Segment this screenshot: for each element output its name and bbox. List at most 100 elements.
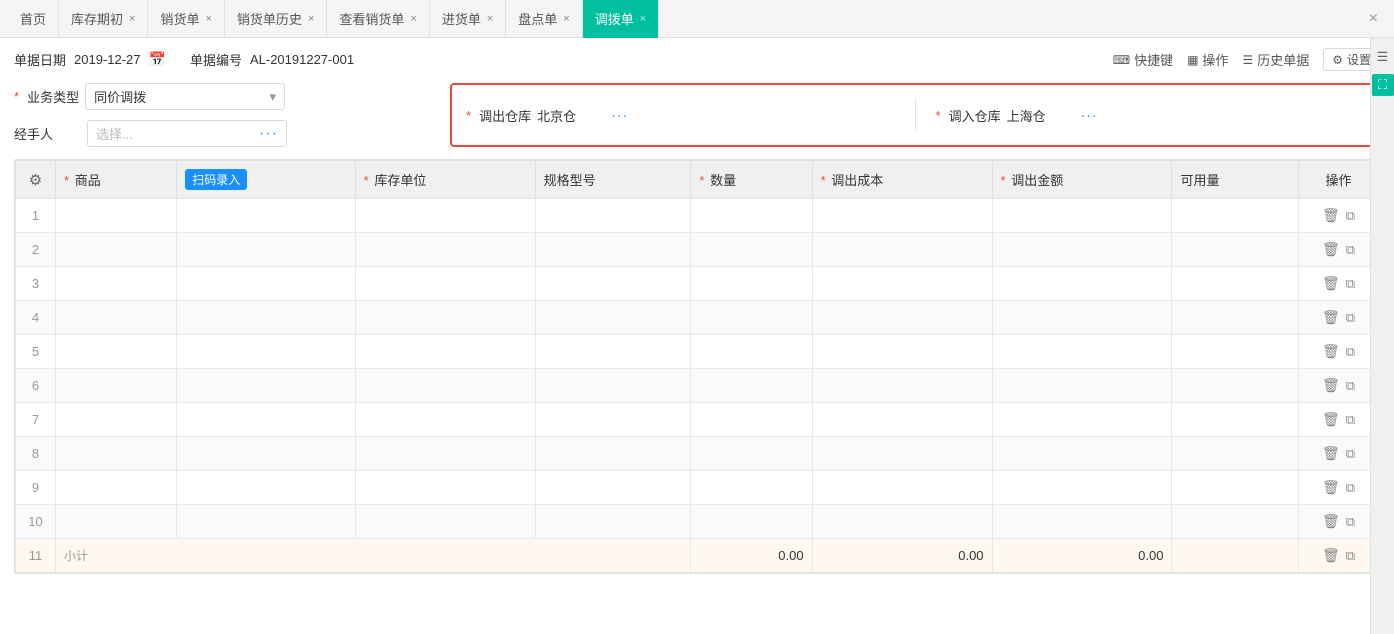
row-cost[interactable] xyxy=(812,505,992,539)
copy-icon[interactable]: ⧉ xyxy=(1346,344,1355,360)
row-quantity[interactable] xyxy=(691,369,812,403)
delete-icon[interactable]: 🗑 xyxy=(1322,309,1340,326)
row-amount[interactable] xyxy=(992,301,1172,335)
handler-select[interactable]: 选择... ··· xyxy=(87,120,287,147)
row-quantity[interactable] xyxy=(691,437,812,471)
copy-icon[interactable]: ⧉ xyxy=(1346,446,1355,462)
tab-inventory-init[interactable]: 库存期初 × xyxy=(59,0,148,38)
transfer-in-more-icon[interactable]: ··· xyxy=(1081,107,1098,123)
row-spec xyxy=(535,335,691,369)
row-product[interactable] xyxy=(56,301,177,335)
scan-button[interactable]: 扫码录入 xyxy=(185,169,247,190)
copy-icon[interactable]: ⧉ xyxy=(1346,242,1355,258)
business-type-row: * 业务类型 同价调拨 ▾ xyxy=(14,83,434,110)
copy-icon[interactable]: ⧉ xyxy=(1346,310,1355,326)
row-cost[interactable] xyxy=(812,471,992,505)
window-close-button[interactable]: × xyxy=(1361,10,1386,28)
row-cost[interactable] xyxy=(812,233,992,267)
tab-home[interactable]: 首页 xyxy=(8,0,59,38)
delete-icon[interactable]: 🗑 xyxy=(1322,547,1340,564)
business-type-select[interactable]: 同价调拨 ▾ xyxy=(85,83,285,110)
copy-icon[interactable]: ⧉ xyxy=(1346,514,1355,530)
copy-icon[interactable]: ⧉ xyxy=(1346,276,1355,292)
row-amount[interactable] xyxy=(992,233,1172,267)
row-cost[interactable] xyxy=(812,437,992,471)
tab-inventory-count-close[interactable]: × xyxy=(563,13,569,25)
delete-icon[interactable]: 🗑 xyxy=(1322,479,1340,496)
row-product[interactable] xyxy=(56,233,177,267)
sidebar-list-icon[interactable]: ☰ xyxy=(1372,46,1394,68)
row-quantity[interactable] xyxy=(691,505,812,539)
transfer-out-more-icon[interactable]: ··· xyxy=(611,107,628,123)
row-product[interactable] xyxy=(56,471,177,505)
copy-icon[interactable]: ⧉ xyxy=(1346,548,1355,564)
row-quantity[interactable] xyxy=(691,233,812,267)
row-product[interactable] xyxy=(56,505,177,539)
tab-sales-order-close[interactable]: × xyxy=(205,13,211,25)
row-cost[interactable] xyxy=(812,267,992,301)
delete-icon[interactable]: 🗑 xyxy=(1322,445,1340,462)
delete-icon[interactable]: 🗑 xyxy=(1322,241,1340,258)
operation-label: 操作 xyxy=(1202,50,1228,69)
tab-sales-history-close[interactable]: × xyxy=(308,13,314,25)
tab-sales-order[interactable]: 销货单 × xyxy=(148,0,224,38)
row-product[interactable] xyxy=(56,437,177,471)
row-quantity[interactable] xyxy=(691,403,812,437)
tab-sales-history[interactable]: 销货单历史 × xyxy=(225,0,327,38)
row-quantity[interactable] xyxy=(691,335,812,369)
row-amount[interactable] xyxy=(992,335,1172,369)
copy-icon[interactable]: ⧉ xyxy=(1346,480,1355,496)
row-product[interactable] xyxy=(56,199,177,233)
delete-icon[interactable]: 🗑 xyxy=(1322,513,1340,530)
col-unit-label: 库存单位 xyxy=(374,173,426,188)
row-quantity[interactable] xyxy=(691,301,812,335)
delete-icon[interactable]: 🗑 xyxy=(1322,343,1340,360)
tab-view-sales-close[interactable]: × xyxy=(410,13,416,25)
delete-icon[interactable]: 🗑 xyxy=(1322,411,1340,428)
delete-icon[interactable]: 🗑 xyxy=(1322,207,1340,224)
row-amount[interactable] xyxy=(992,199,1172,233)
quantity-required-star: * xyxy=(699,173,704,188)
tab-inventory-count[interactable]: 盘点单 × xyxy=(506,0,582,38)
tab-purchase-order[interactable]: 进货单 × xyxy=(430,0,506,38)
gear-icon[interactable]: ⚙ xyxy=(29,172,42,189)
row-quantity[interactable] xyxy=(691,199,812,233)
operation-button[interactable]: ▦ 操作 xyxy=(1187,50,1228,69)
row-amount[interactable] xyxy=(992,369,1172,403)
tab-view-sales[interactable]: 查看销货单 × xyxy=(327,0,429,38)
row-quantity[interactable] xyxy=(691,267,812,301)
row-amount[interactable] xyxy=(992,471,1172,505)
row-cost[interactable] xyxy=(812,199,992,233)
row-product[interactable] xyxy=(56,369,177,403)
copy-icon[interactable]: ⧉ xyxy=(1346,208,1355,224)
tab-purchase-order-close[interactable]: × xyxy=(487,13,493,25)
handler-more-icon[interactable]: ··· xyxy=(259,125,278,143)
row-amount[interactable] xyxy=(992,437,1172,471)
tab-transfer-order-close[interactable]: × xyxy=(640,13,646,25)
shortcut-button[interactable]: ⌨ 快捷键 xyxy=(1113,50,1173,69)
row-num: 4 xyxy=(16,301,56,335)
row-unit xyxy=(355,437,535,471)
delete-icon[interactable]: 🗑 xyxy=(1322,275,1340,292)
row-product[interactable] xyxy=(56,267,177,301)
row-amount[interactable] xyxy=(992,267,1172,301)
tab-inventory-init-close[interactable]: × xyxy=(129,13,135,25)
row-cost[interactable] xyxy=(812,369,992,403)
tab-transfer-order[interactable]: 调拨单 × xyxy=(583,0,659,38)
copy-icon[interactable]: ⧉ xyxy=(1346,412,1355,428)
row-cost[interactable] xyxy=(812,335,992,369)
row-product[interactable] xyxy=(56,403,177,437)
table-body: 1 🗑 ⧉ 2 xyxy=(16,199,1379,573)
delete-icon[interactable]: 🗑 xyxy=(1322,377,1340,394)
row-cost[interactable] xyxy=(812,301,992,335)
row-amount[interactable] xyxy=(992,505,1172,539)
sidebar-expand-icon[interactable]: ⛶ xyxy=(1372,74,1394,96)
row-quantity[interactable] xyxy=(691,471,812,505)
row-cost[interactable] xyxy=(812,403,992,437)
row-amount[interactable] xyxy=(992,403,1172,437)
row-product[interactable] xyxy=(56,335,177,369)
calendar-icon[interactable]: 📅 xyxy=(149,51,166,68)
history-button[interactable]: ☰ 历史单据 xyxy=(1242,50,1309,69)
amount-required-star: * xyxy=(1001,173,1006,188)
copy-icon[interactable]: ⧉ xyxy=(1346,378,1355,394)
